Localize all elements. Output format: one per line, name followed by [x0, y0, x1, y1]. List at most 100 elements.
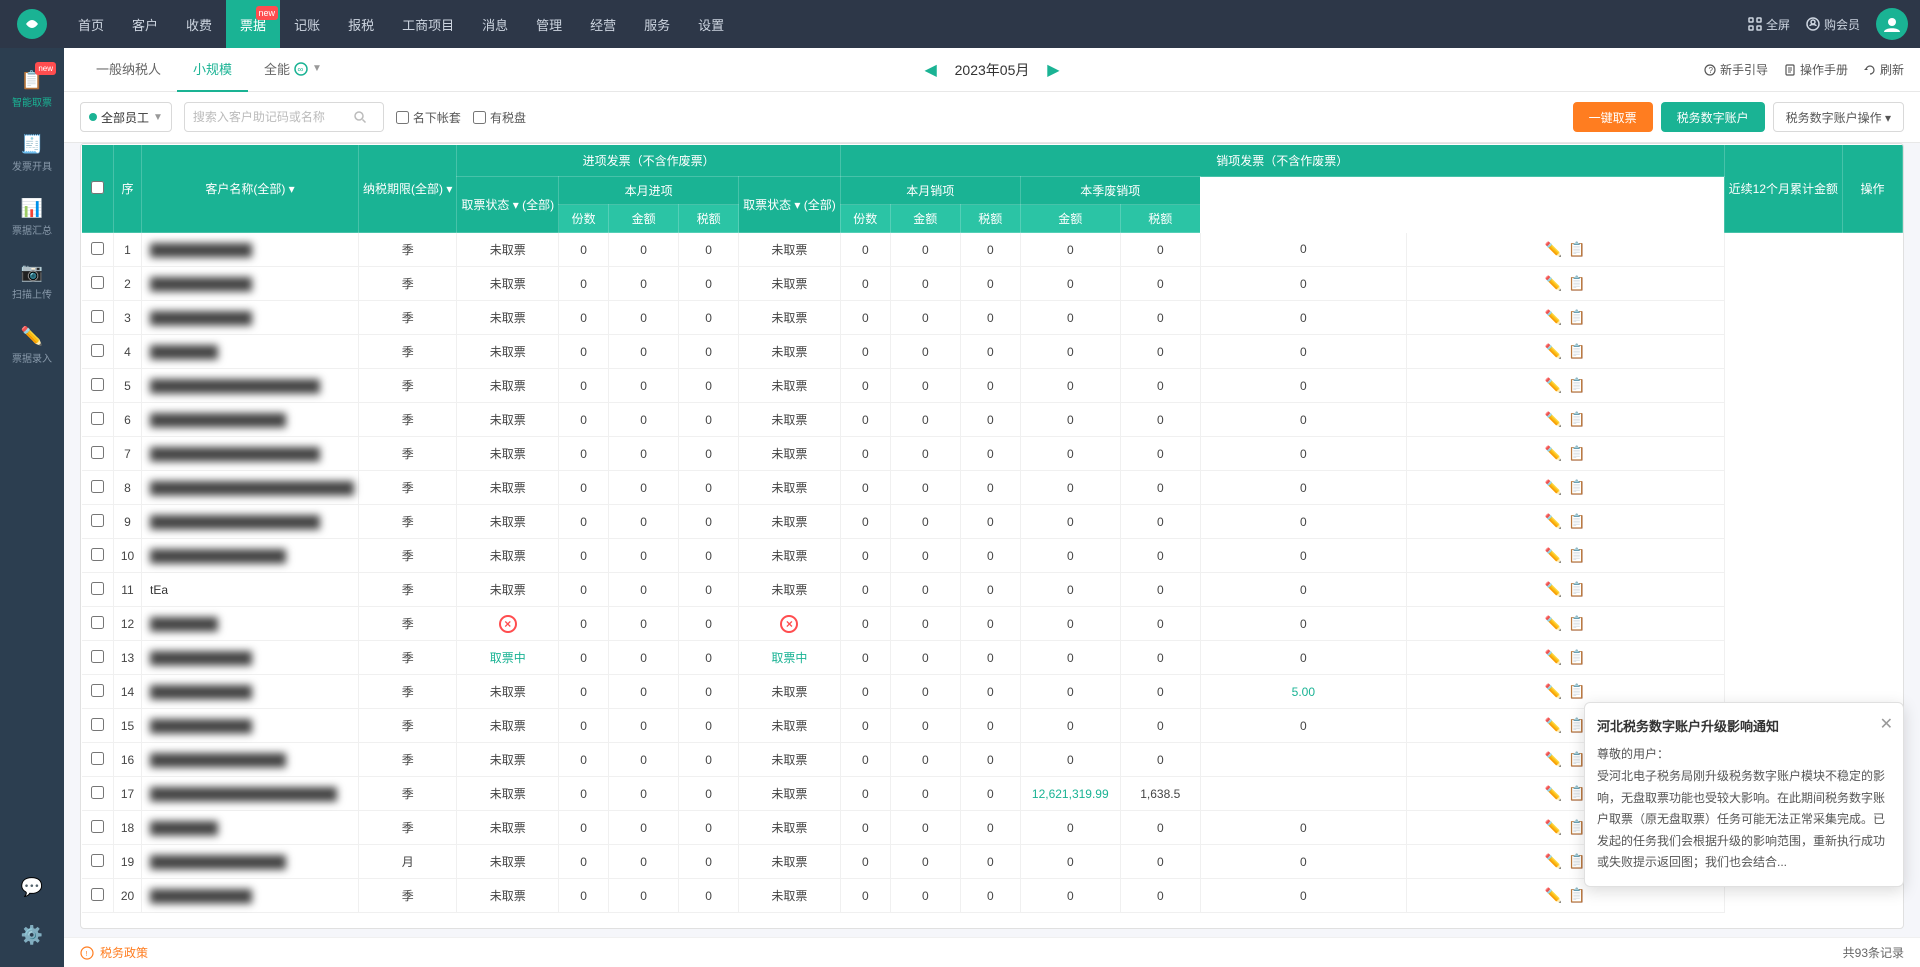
th-out-status[interactable]: 取票状态 ▾ (全部)	[739, 177, 841, 233]
edit-icon[interactable]: ✏️	[1545, 445, 1562, 462]
row-customer[interactable]: ████████	[142, 811, 359, 845]
tax-digital-account-op-btn[interactable]: 税务数字账户操作 ▾	[1773, 102, 1904, 132]
row-in-status[interactable]: 未取票	[457, 267, 559, 301]
row-in-status[interactable]: 未取票	[457, 471, 559, 505]
nav-customer[interactable]: 客户	[118, 0, 172, 48]
copy-icon[interactable]: 📋	[1568, 343, 1585, 360]
edit-icon[interactable]: ✏️	[1545, 717, 1562, 734]
check-all[interactable]	[91, 181, 104, 194]
edit-icon[interactable]: ✏️	[1545, 819, 1562, 836]
tax-digital-account-btn[interactable]: 税务数字账户	[1661, 102, 1765, 132]
row-out-status[interactable]: 未取票	[739, 233, 841, 267]
manual-btn[interactable]: 操作手册	[1784, 61, 1848, 78]
copy-icon[interactable]: 📋	[1568, 513, 1585, 530]
row-out-status[interactable]: 未取票	[739, 709, 841, 743]
row-out-status[interactable]: 未取票	[739, 777, 841, 811]
th-tax-period[interactable]: 纳税期限(全部) ▾	[359, 145, 457, 233]
date-next-btn[interactable]: ▶	[1041, 58, 1065, 82]
edit-icon[interactable]: ✏️	[1545, 377, 1562, 394]
sidebar-item-smart-ticket[interactable]: 📋 智能取票 new	[0, 56, 64, 120]
row-in-status[interactable]: 未取票	[457, 505, 559, 539]
copy-icon[interactable]: 📋	[1568, 309, 1585, 326]
sidebar-item-settings[interactable]: ⚙️	[18, 911, 46, 959]
row-out-status[interactable]: 未取票	[739, 743, 841, 777]
nav-service[interactable]: 服务	[630, 0, 684, 48]
notification-close-btn[interactable]: ✕	[1880, 711, 1893, 740]
edit-icon[interactable]: ✏️	[1545, 343, 1562, 360]
th-customer[interactable]: 客户名称(全部) ▾	[142, 145, 359, 233]
nav-fees[interactable]: 收费	[172, 0, 226, 48]
row-customer[interactable]: ██████████████████████	[142, 777, 359, 811]
row-checkbox[interactable]	[91, 718, 104, 731]
row-out-status[interactable]: 未取票	[739, 573, 841, 607]
edit-icon[interactable]: ✏️	[1545, 887, 1562, 904]
sidebar-item-ticket-summary[interactable]: 📊 票据汇总	[0, 184, 64, 248]
sidebar-item-scan-upload[interactable]: 📷 扫描上传	[0, 248, 64, 312]
copy-icon[interactable]: 📋	[1568, 615, 1585, 632]
tab-general-taxpayer[interactable]: 一般纳税人	[80, 48, 177, 92]
row-out-status[interactable]: 未取票	[739, 403, 841, 437]
row-checkbox[interactable]	[91, 752, 104, 765]
copy-icon[interactable]: 📋	[1568, 581, 1585, 598]
row-checkbox[interactable]	[91, 582, 104, 595]
nav-home[interactable]: 首页	[64, 0, 118, 48]
row-customer[interactable]: ████████████████	[142, 539, 359, 573]
user-avatar[interactable]	[1876, 8, 1908, 40]
edit-icon[interactable]: ✏️	[1545, 581, 1562, 598]
row-in-status[interactable]: 未取票	[457, 675, 559, 709]
row-customer[interactable]: ████████	[142, 607, 359, 641]
row-out-status[interactable]: 未取票	[739, 845, 841, 879]
row-in-status[interactable]: 未取票	[457, 301, 559, 335]
row-out-status[interactable]: 未取票	[739, 437, 841, 471]
copy-icon[interactable]: 📋	[1568, 479, 1585, 496]
row-customer[interactable]: ████████████	[142, 267, 359, 301]
sidebar-item-invoice-open[interactable]: 🧾 发票开具	[0, 120, 64, 184]
row-12months[interactable]: 5.00	[1200, 675, 1406, 709]
policy-link[interactable]: 税务政策	[100, 944, 148, 961]
nav-tickets[interactable]: 票据 new	[226, 0, 280, 48]
edit-icon[interactable]: ✏️	[1545, 853, 1562, 870]
row-customer[interactable]: ████████████	[142, 233, 359, 267]
row-checkbox[interactable]	[91, 820, 104, 833]
refresh-btn[interactable]: 刷新	[1864, 61, 1904, 78]
row-out-status[interactable]: 未取票	[739, 879, 841, 913]
edit-icon[interactable]: ✏️	[1545, 615, 1562, 632]
row-checkbox[interactable]	[91, 616, 104, 629]
row-in-status[interactable]: 未取票	[457, 845, 559, 879]
copy-icon[interactable]: 📋	[1568, 547, 1585, 564]
row-out-status[interactable]: 未取票	[739, 369, 841, 403]
th-in-status[interactable]: 取票状态 ▾ (全部)	[457, 177, 559, 233]
member-btn[interactable]: 购会员	[1806, 16, 1860, 33]
edit-icon[interactable]: ✏️	[1545, 241, 1562, 258]
edit-icon[interactable]: ✏️	[1545, 275, 1562, 292]
copy-icon[interactable]: 📋	[1568, 411, 1585, 428]
row-in-status[interactable]: 未取票	[457, 539, 559, 573]
row-checkbox[interactable]	[91, 854, 104, 867]
edit-icon[interactable]: ✏️	[1545, 785, 1562, 802]
row-customer[interactable]: ████████████████	[142, 743, 359, 777]
edit-icon[interactable]: ✏️	[1545, 751, 1562, 768]
row-out-status[interactable]: 未取票	[739, 267, 841, 301]
row-in-status[interactable]: 取票中	[457, 641, 559, 675]
row-checkbox[interactable]	[91, 344, 104, 357]
row-out-status[interactable]: ×	[739, 607, 841, 641]
checkbox-account-input[interactable]	[396, 111, 409, 124]
copy-icon[interactable]: 📋	[1568, 377, 1585, 394]
row-in-status[interactable]: 未取票	[457, 369, 559, 403]
row-customer[interactable]: ████████████████████████	[142, 471, 359, 505]
row-checkbox[interactable]	[91, 786, 104, 799]
row-season-amount[interactable]: 12,621,319.99	[1020, 777, 1120, 811]
row-checkbox[interactable]	[91, 310, 104, 323]
row-checkbox[interactable]	[91, 684, 104, 697]
edit-icon[interactable]: ✏️	[1545, 649, 1562, 666]
row-customer[interactable]: ████████████	[142, 675, 359, 709]
copy-icon[interactable]: 📋	[1568, 445, 1585, 462]
row-out-status[interactable]: 未取票	[739, 301, 841, 335]
row-customer[interactable]: ████████████████████	[142, 437, 359, 471]
row-in-status[interactable]: 未取票	[457, 403, 559, 437]
row-in-status[interactable]: 未取票	[457, 335, 559, 369]
edit-icon[interactable]: ✏️	[1545, 309, 1562, 326]
row-customer[interactable]: ████████████	[142, 709, 359, 743]
checkbox-taxboard[interactable]: 有税盘	[473, 109, 526, 126]
employee-select[interactable]: 全部员工 ▼	[80, 102, 172, 132]
